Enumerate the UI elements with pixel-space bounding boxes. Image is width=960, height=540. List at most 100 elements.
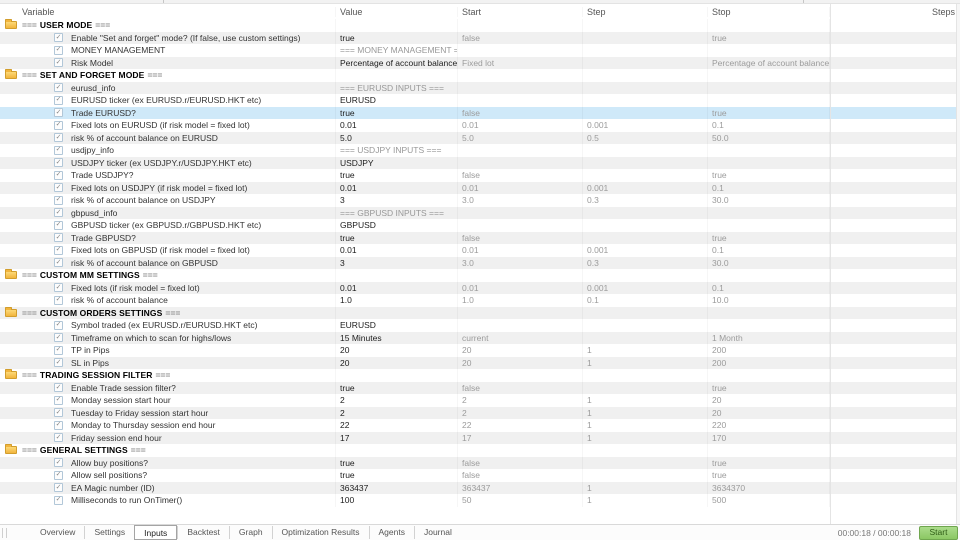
- value-cell[interactable]: 5.0: [336, 132, 458, 145]
- section-row[interactable]: === USER MODE ===: [0, 19, 960, 32]
- param-row[interactable]: ✓ Allow buy positions? true false true: [0, 456, 960, 469]
- start-cell[interactable]: [458, 94, 583, 107]
- step-cell[interactable]: [583, 57, 708, 70]
- parameter-checkbox[interactable]: ✓: [54, 158, 63, 168]
- param-row[interactable]: ✓ EA Magic number (ID) 363437 363437 1 363437…: [0, 481, 960, 495]
- stop-cell[interactable]: [708, 144, 830, 157]
- param-row[interactable]: ✓ EURUSD ticker (ex EURUSD.r/EURUSD.HKT e…: [0, 94, 960, 107]
- parameter-checkbox[interactable]: ✓: [54, 345, 63, 355]
- start-cell[interactable]: 22: [458, 419, 583, 432]
- stop-cell[interactable]: true: [708, 382, 830, 395]
- start-cell[interactable]: 3.0: [458, 257, 583, 270]
- start-cell[interactable]: Fixed lot: [458, 57, 583, 70]
- value-cell[interactable]: 0.01: [336, 182, 458, 195]
- parameter-checkbox[interactable]: ✓: [54, 408, 63, 418]
- start-cell[interactable]: false: [458, 32, 583, 45]
- value-cell[interactable]: true: [336, 232, 458, 245]
- start-button[interactable]: Start: [919, 525, 958, 540]
- parameter-checkbox[interactable]: ✓: [54, 108, 63, 118]
- start-cell[interactable]: false: [458, 107, 583, 120]
- parameter-checkbox[interactable]: ✓: [54, 195, 63, 205]
- param-row[interactable]: ✓ Tuesday to Friday session start hour 2 2 1…: [0, 406, 960, 420]
- param-row[interactable]: ✓ Milliseconds to run OnTimer() 100 50 1 500: [0, 494, 960, 507]
- value-cell[interactable]: === EURUSD INPUTS ===: [336, 82, 458, 95]
- parameter-checkbox[interactable]: ✓: [54, 183, 63, 193]
- step-cell[interactable]: [583, 332, 708, 345]
- stop-cell[interactable]: 0.1: [708, 282, 830, 295]
- step-cell[interactable]: 0.1: [583, 294, 708, 307]
- value-cell[interactable]: 0.01: [336, 282, 458, 295]
- stop-cell[interactable]: 170: [708, 432, 830, 445]
- parameter-checkbox[interactable]: ✓: [54, 45, 63, 55]
- parameter-checkbox[interactable]: ✓: [54, 258, 63, 268]
- value-cell[interactable]: 1.0: [336, 294, 458, 307]
- start-cell[interactable]: [458, 157, 583, 170]
- parameter-checkbox[interactable]: ✓: [54, 233, 63, 243]
- stop-cell[interactable]: 50.0: [708, 132, 830, 145]
- stop-cell[interactable]: [708, 207, 830, 220]
- value-cell[interactable]: 363437: [336, 482, 458, 495]
- value-cell[interactable]: EURUSD: [336, 94, 458, 107]
- section-row[interactable]: === CUSTOM ORDERS SETTINGS ===: [0, 306, 960, 319]
- parameter-checkbox[interactable]: ✓: [54, 220, 63, 230]
- step-cell[interactable]: 1: [583, 407, 708, 420]
- param-row[interactable]: ✓ Monday to Thursday session end hour 22 22…: [0, 419, 960, 432]
- start-cell[interactable]: [458, 319, 583, 332]
- step-cell[interactable]: [583, 94, 708, 107]
- tab-inputs[interactable]: Inputs: [134, 524, 178, 540]
- parameter-checkbox[interactable]: ✓: [54, 495, 63, 505]
- step-cell[interactable]: 0.001: [583, 244, 708, 257]
- param-row[interactable]: ✓ SL in Pips 20 20 1 200: [0, 356, 960, 369]
- step-cell[interactable]: 1: [583, 344, 708, 357]
- param-row[interactable]: ✓ Allow sell positions? true false true: [0, 469, 960, 482]
- step-cell[interactable]: [583, 144, 708, 157]
- parameter-checkbox[interactable]: ✓: [54, 170, 63, 180]
- step-cell[interactable]: 0.3: [583, 257, 708, 270]
- start-cell[interactable]: 2: [458, 394, 583, 407]
- step-cell[interactable]: 1: [583, 394, 708, 407]
- step-cell[interactable]: 1: [583, 482, 708, 495]
- param-row[interactable]: ✓ usdjpy_info === USDJPY INPUTS ===: [0, 144, 960, 157]
- parameter-checkbox[interactable]: ✓: [54, 470, 63, 480]
- value-cell[interactable]: 3: [336, 257, 458, 270]
- value-cell[interactable]: USDJPY: [336, 157, 458, 170]
- step-cell[interactable]: [583, 469, 708, 482]
- start-cell[interactable]: [458, 82, 583, 95]
- value-cell[interactable]: true: [336, 107, 458, 120]
- value-cell[interactable]: true: [336, 469, 458, 482]
- start-cell[interactable]: 2: [458, 407, 583, 420]
- start-cell[interactable]: 20: [458, 344, 583, 357]
- start-cell[interactable]: current: [458, 332, 583, 345]
- start-cell[interactable]: 0.01: [458, 282, 583, 295]
- step-cell[interactable]: [583, 157, 708, 170]
- value-cell[interactable]: 17: [336, 432, 458, 445]
- tab-settings[interactable]: Settings: [84, 526, 134, 539]
- start-cell[interactable]: 5.0: [458, 132, 583, 145]
- stop-cell[interactable]: 500: [708, 494, 830, 507]
- step-cell[interactable]: 0.001: [583, 182, 708, 195]
- start-cell[interactable]: 50: [458, 494, 583, 507]
- step-cell[interactable]: [583, 44, 708, 57]
- step-cell[interactable]: 1: [583, 419, 708, 432]
- param-row[interactable]: ✓ Friday session end hour 17 17 1 170: [0, 431, 960, 445]
- value-cell[interactable]: 15 Minutes: [336, 332, 458, 345]
- parameter-checkbox[interactable]: ✓: [54, 420, 63, 430]
- param-row[interactable]: ✓ Enable "Set and forget" mode? (If false…: [0, 31, 960, 45]
- start-cell[interactable]: 363437: [458, 482, 583, 495]
- step-cell[interactable]: 0.001: [583, 282, 708, 295]
- tab-backtest[interactable]: Backtest: [177, 526, 229, 539]
- param-row[interactable]: ✓ Fixed lots on GBPUSD (if risk model = f…: [0, 244, 960, 257]
- stop-cell[interactable]: 1 Month: [708, 332, 830, 345]
- param-row[interactable]: ✓ risk % of account balance 1.0 1.0 0.1 10.0: [0, 294, 960, 307]
- param-row[interactable]: ✓ risk % of account balance on EURUSD 5.0 5…: [0, 131, 960, 145]
- stop-cell[interactable]: [708, 319, 830, 332]
- stop-cell[interactable]: 0.1: [708, 119, 830, 132]
- parameter-checkbox[interactable]: ✓: [54, 283, 63, 293]
- param-row[interactable]: ✓ Symbol traded (ex EURUSD.r/EURUSD.HKT e…: [0, 319, 960, 332]
- stop-cell[interactable]: true: [708, 107, 830, 120]
- stop-cell[interactable]: 30.0: [708, 257, 830, 270]
- parameter-checkbox[interactable]: ✓: [54, 133, 63, 143]
- param-row[interactable]: ✓ Fixed lots (if risk model = fixed lot) 0…: [0, 281, 960, 295]
- param-row[interactable]: ✓ risk % of account balance on GBPUSD 3 3.0…: [0, 256, 960, 270]
- section-row[interactable]: === SET AND FORGET MODE ===: [0, 69, 960, 82]
